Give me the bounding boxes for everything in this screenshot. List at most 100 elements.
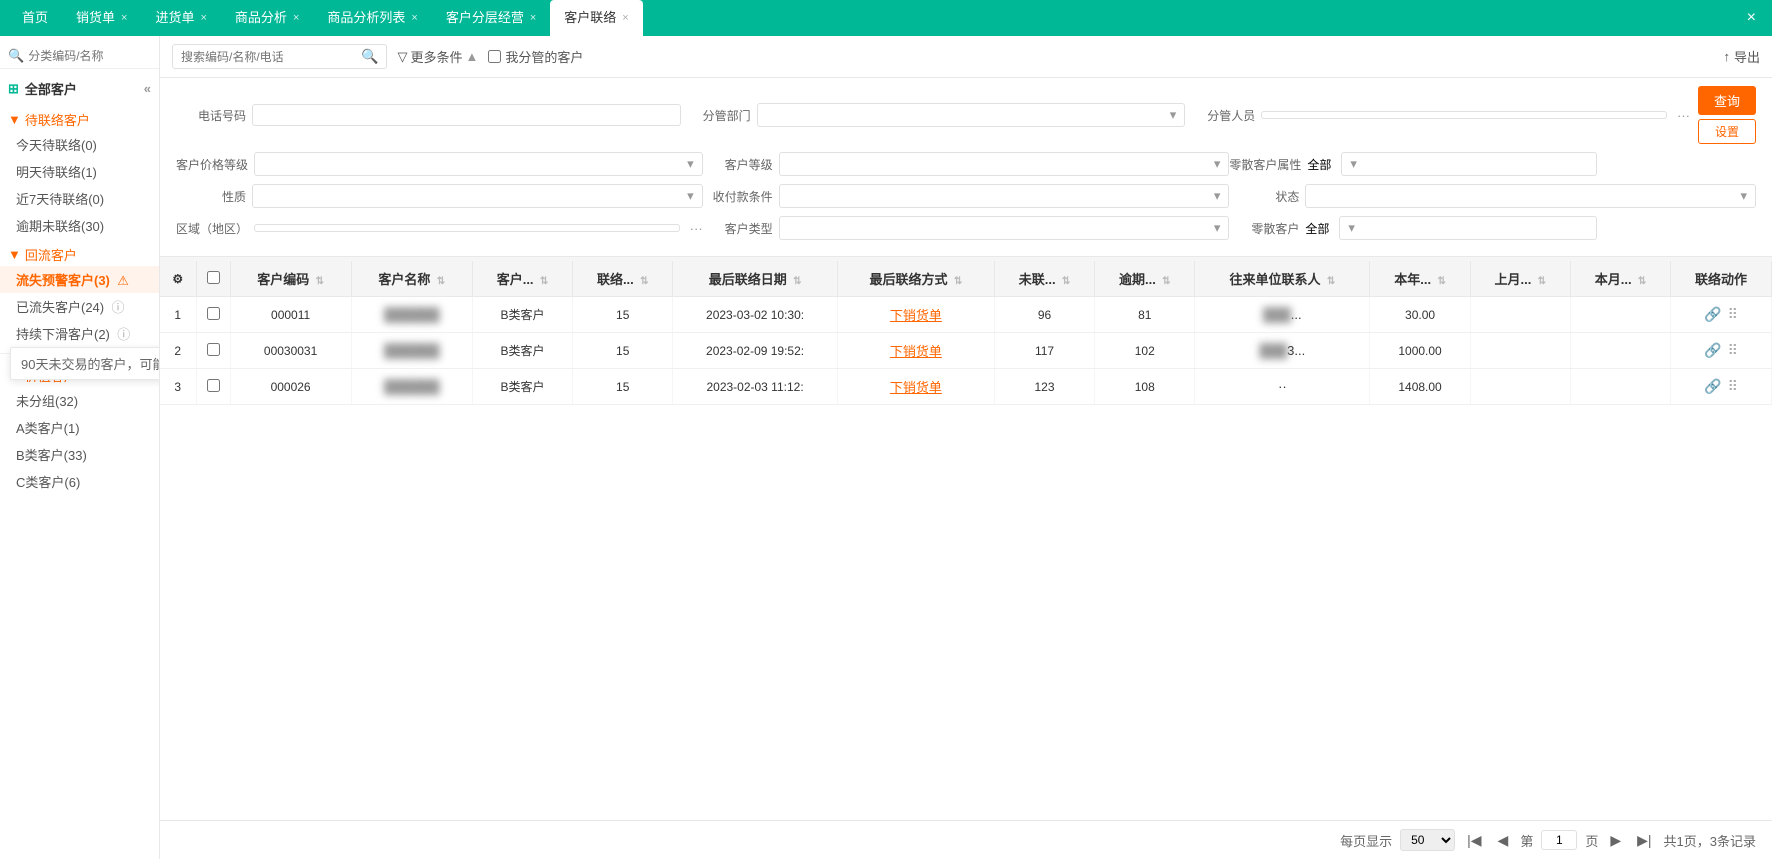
row3-checkbox[interactable] (196, 369, 230, 405)
customer-level-select[interactable]: ▾ (779, 152, 1230, 176)
region-select[interactable] (254, 224, 680, 232)
my-customer-checkbox[interactable]: 我分管的客户 (488, 47, 583, 66)
row1-check[interactable] (207, 307, 220, 320)
window-close-button[interactable]: × (1739, 9, 1764, 27)
per-page-select[interactable]: 50 100 200 (1400, 829, 1455, 851)
query-button[interactable]: 查询 (1698, 86, 1756, 115)
nav-tab-analysis[interactable]: 商品分析 × (221, 0, 313, 36)
close-purchase-tab[interactable]: × (200, 0, 206, 36)
more-conditions-btn[interactable]: ▽ 更多条件 ▲ (397, 47, 478, 66)
row2-contact: 15 (573, 333, 673, 369)
sidebar-group-title-returning[interactable]: ▼ 回流客户 (0, 239, 159, 266)
nav-tab-home[interactable]: 首页 (8, 0, 62, 36)
nature-select[interactable]: ▾ (252, 184, 703, 208)
sidebar-item-tomorrow[interactable]: 明天待联络(1) (0, 158, 159, 185)
sidebar-item-class-b[interactable]: B类客户(33) (0, 441, 159, 468)
sidebar-item-class-c[interactable]: C类客户(6) (0, 468, 159, 495)
settings-button[interactable]: 设置 (1698, 119, 1756, 144)
row1-menu-icon[interactable]: ⠿ (1728, 306, 1738, 323)
sidebar-item-churn-warning[interactable]: 流失预警客户(3) ⚠ (0, 266, 159, 293)
select-all-checkbox[interactable] (207, 271, 220, 284)
close-analysis-list-tab[interactable]: × (411, 0, 417, 36)
row3-code: 000026 (230, 369, 351, 405)
row1-last-way[interactable]: 下销货单 (837, 297, 994, 333)
th-code[interactable]: 客户编码 ⇅ (230, 261, 351, 297)
sidebar-group-title-pending[interactable]: ▼ 待联络客户 (0, 104, 159, 131)
row3-menu-icon[interactable]: ⠿ (1728, 378, 1738, 395)
sidebar-item-declining[interactable]: 持续下滑客户(2) ⓘ (0, 320, 159, 347)
search-submit-icon[interactable]: 🔍 (361, 48, 378, 65)
status-label: 状态 (1229, 188, 1299, 205)
region-more-icon[interactable]: ··· (690, 221, 703, 236)
person-more-icon[interactable]: ··· (1677, 108, 1690, 123)
row2-menu-icon[interactable]: ⠿ (1728, 342, 1738, 359)
th-type[interactable]: 客户... ⇅ (472, 261, 572, 297)
phone-label: 电话号码 (176, 107, 246, 124)
page-number-input[interactable] (1541, 830, 1577, 850)
close-sales-tab[interactable]: × (121, 0, 127, 36)
th-gear[interactable]: ⚙ (160, 261, 196, 297)
returning-tooltip: 90天未交易的客户，可能有流失风险。 (10, 347, 160, 380)
next-page-btn[interactable]: ▶ (1606, 830, 1625, 851)
payment-select[interactable]: ▾ (779, 184, 1230, 208)
sidebar-item-class-a[interactable]: A类客户(1) (0, 414, 159, 441)
last-page-btn[interactable]: ▶| (1633, 830, 1655, 851)
nav-tab-sales[interactable]: 销货单 × (62, 0, 141, 36)
sidebar-item-today[interactable]: 今天待联络(0) (0, 131, 159, 158)
triangle-icon: ▼ (8, 112, 21, 127)
phone-input[interactable] (252, 104, 681, 126)
sort-year-icon: ⇅ (1437, 276, 1445, 287)
person-select[interactable] (1261, 111, 1667, 119)
filter-cell-status: 状态 ▾ (1229, 184, 1756, 208)
row2-checkbox[interactable] (196, 333, 230, 369)
sidebar-collapse-btn[interactable]: « (144, 81, 151, 96)
row3-check[interactable] (207, 379, 220, 392)
search-input[interactable] (181, 50, 361, 64)
th-name[interactable]: 客户名称 ⇅ (351, 261, 472, 297)
th-last-way[interactable]: 最后联络方式 ⇅ (837, 261, 994, 297)
prev-page-btn[interactable]: ◀ (1494, 830, 1513, 851)
row2-check[interactable] (207, 343, 220, 356)
retail-select[interactable]: ▾ (1339, 216, 1596, 240)
row2-link-icon[interactable]: 🔗 (1704, 342, 1721, 359)
close-customer-contact-tab[interactable]: × (622, 0, 628, 36)
th-last-date[interactable]: 最后联络日期 ⇅ (673, 261, 837, 297)
retail-attr-select[interactable]: ▾ (1341, 152, 1597, 176)
row3-type: B类客户 (472, 369, 572, 405)
sidebar-item-ungroup[interactable]: 未分组(32) (0, 387, 159, 414)
row1-link-icon[interactable]: 🔗 (1704, 306, 1721, 323)
close-analysis-tab[interactable]: × (293, 0, 299, 36)
sidebar-item-churned[interactable]: 已流失客户(24) ⓘ (0, 293, 159, 320)
nav-tab-customer-layer[interactable]: 客户分层经营 × (432, 0, 550, 36)
row2-unlisted: 117 (994, 333, 1094, 369)
th-this-month[interactable]: 本月... ⇅ (1570, 261, 1670, 297)
first-page-btn[interactable]: |◀ (1463, 830, 1485, 851)
status-select[interactable]: ▾ (1305, 184, 1756, 208)
cust-type-select[interactable]: ▾ (779, 216, 1230, 240)
th-unit-contact[interactable]: 往来单位联系人 ⇅ (1195, 261, 1370, 297)
nav-tab-purchase[interactable]: 进货单 × (141, 0, 220, 36)
dept-select[interactable]: ▾ (757, 103, 1186, 127)
th-contact[interactable]: 联络... ⇅ (573, 261, 673, 297)
nav-tab-customer-contact[interactable]: 客户联络 × (550, 0, 642, 36)
sort-unlisted-icon: ⇅ (1062, 276, 1070, 287)
row3-unit-contact: ·· (1195, 369, 1370, 405)
th-checkbox[interactable] (196, 261, 230, 297)
export-button[interactable]: ↑ 导出 (1723, 47, 1760, 66)
th-last-month[interactable]: 上月... ⇅ (1470, 261, 1570, 297)
sidebar-all-customers[interactable]: ⊞ 全部客户 « (0, 73, 159, 104)
row2-last-way[interactable]: 下销货单 (837, 333, 994, 369)
sidebar-item-overdue-contact[interactable]: 逾期未联络(30) (0, 212, 159, 239)
close-customer-layer-tab[interactable]: × (530, 0, 536, 36)
row3-link-icon[interactable]: 🔗 (1704, 378, 1721, 395)
th-unlisted[interactable]: 未联... ⇅ (994, 261, 1094, 297)
nav-tab-analysis-list[interactable]: 商品分析列表 × (313, 0, 431, 36)
row1-checkbox[interactable] (196, 297, 230, 333)
sidebar-item-7days[interactable]: 近7天待联络(0) (0, 185, 159, 212)
th-overdue[interactable]: 逾期... ⇅ (1095, 261, 1195, 297)
my-customer-check[interactable] (488, 50, 501, 63)
row3-last-way[interactable]: 下销货单 (837, 369, 994, 405)
th-this-year[interactable]: 本年... ⇅ (1370, 261, 1470, 297)
sidebar-search-input[interactable] (28, 49, 151, 63)
price-level-select[interactable]: ▾ (254, 152, 703, 176)
